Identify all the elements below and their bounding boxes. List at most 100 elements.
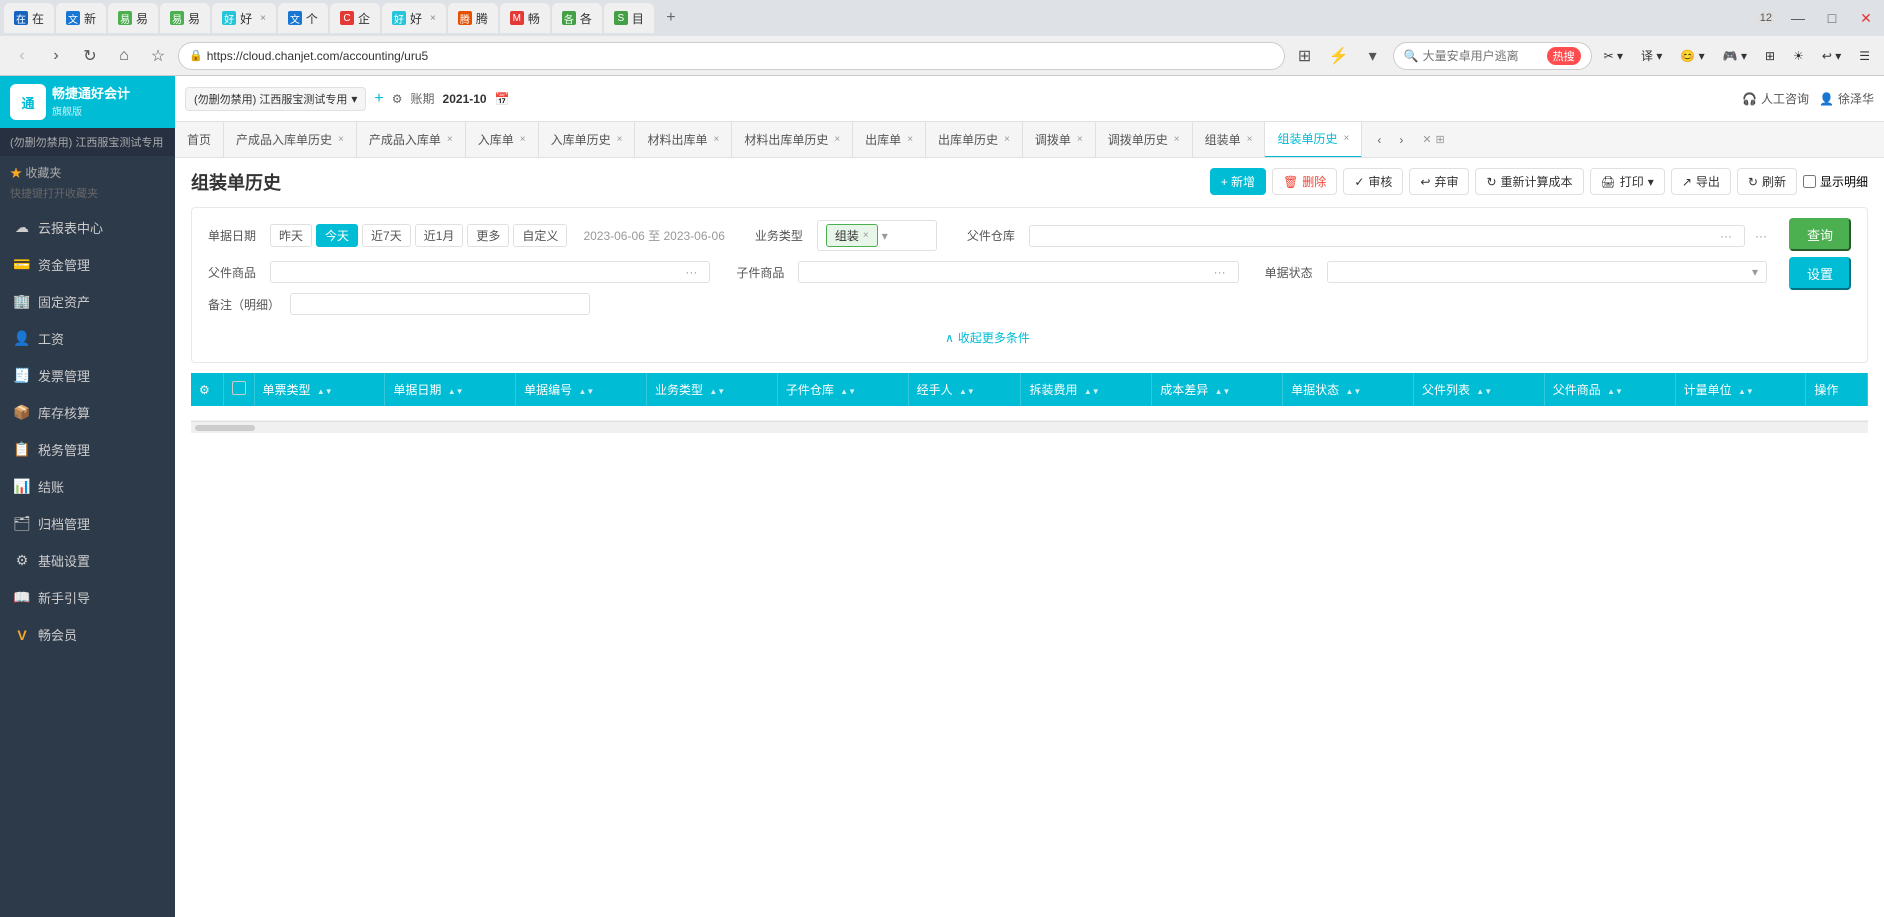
sort-parent-goods[interactable]: ▲▼: [1607, 388, 1623, 396]
delete-button[interactable]: 🗑 删除: [1272, 168, 1337, 195]
nav-item-archive[interactable]: 🗂 归档管理: [0, 505, 175, 542]
date-btn-custom[interactable]: 自定义: [513, 224, 567, 247]
tab-close-5[interactable]: ×: [260, 13, 266, 24]
tab-nav-prev[interactable]: ‹: [1368, 129, 1390, 151]
browser-tab-4[interactable]: 易 易: [160, 3, 210, 33]
nav-item-assets[interactable]: 🏢 固定资产: [0, 283, 175, 320]
nav-item-invoice[interactable]: 🧾 发票管理: [0, 357, 175, 394]
lightning-button[interactable]: ⚡: [1325, 42, 1353, 70]
tab-close-all[interactable]: ✕: [1422, 133, 1431, 146]
close-button[interactable]: ✕: [1852, 4, 1880, 32]
content-tab-transfer-history[interactable]: 调拨单历史 ×: [1096, 122, 1193, 158]
th-cost-diff[interactable]: 成本差异 ▲▼: [1152, 373, 1283, 406]
parent-warehouse-input[interactable]: ···: [1029, 225, 1745, 247]
note-input[interactable]: [290, 293, 590, 315]
nav-item-guide[interactable]: 📖 新手引导: [0, 579, 175, 616]
content-tab-stock-in[interactable]: 入库单 ×: [466, 122, 539, 158]
undo-action[interactable]: ↩ ▾: [1816, 43, 1847, 69]
content-tab-material-out-history[interactable]: 材料出库单历史 ×: [732, 122, 853, 158]
content-tab-assembly-history[interactable]: 组装单历史 ×: [1265, 122, 1362, 158]
refresh-browser-button[interactable]: ↻: [76, 42, 104, 70]
nav-item-tax[interactable]: 📋 税务管理: [0, 431, 175, 468]
search-button[interactable]: 查询: [1789, 218, 1851, 251]
sort-handler[interactable]: ▲▼: [959, 388, 975, 396]
business-type-dropdown-arrow[interactable]: ▾: [882, 229, 888, 243]
date-btn-7days[interactable]: 近7天: [362, 224, 411, 247]
browser-tab-2[interactable]: 文 新: [56, 3, 106, 33]
scissors-action[interactable]: ✂ ▾: [1598, 43, 1629, 69]
tab-close-stock-out[interactable]: ×: [907, 134, 913, 145]
child-goods-input-wrapper[interactable]: ···: [798, 261, 1238, 283]
nav-item-settings[interactable]: ⚙ 基础设置: [0, 542, 175, 579]
th-child-warehouse[interactable]: 子件仓库 ▲▼: [777, 373, 908, 406]
sort-unit[interactable]: ▲▼: [1738, 388, 1754, 396]
nav-item-funds[interactable]: 💳 资金管理: [0, 246, 175, 283]
sort-cost-diff[interactable]: ▲▼: [1215, 388, 1231, 396]
tab-close-assembly[interactable]: ×: [1247, 134, 1253, 145]
tab-close-stock-in-history[interactable]: ×: [617, 134, 623, 145]
game-action[interactable]: 🎮 ▾: [1717, 43, 1753, 69]
business-type-selector[interactable]: 组装 × ▾: [817, 220, 937, 251]
sort-bill-date[interactable]: ▲▼: [448, 388, 464, 396]
audit-button[interactable]: ✓ 审核: [1343, 168, 1403, 195]
th-parent-goods[interactable]: 父件商品 ▲▼: [1544, 373, 1675, 406]
tab-close-material-out[interactable]: ×: [713, 134, 719, 145]
th-bill-status[interactable]: 单据状态 ▲▼: [1283, 373, 1414, 406]
tab-close-stock-out-history[interactable]: ×: [1004, 134, 1010, 145]
nav-item-inventory[interactable]: 📦 库存核算: [0, 394, 175, 431]
home-button[interactable]: ⌂: [110, 42, 138, 70]
content-tab-assembly[interactable]: 组装单 ×: [1193, 122, 1266, 158]
back-button[interactable]: ‹: [8, 42, 36, 70]
filter-settings-button[interactable]: 设置: [1789, 257, 1851, 290]
recalculate-button[interactable]: ↻ 重新计算成本: [1475, 168, 1583, 195]
tab-close-8[interactable]: ×: [430, 13, 436, 24]
parent-warehouse-more[interactable]: ···: [1755, 229, 1767, 243]
th-bill-date[interactable]: 单据日期 ▲▼: [385, 373, 516, 406]
tab-close-transfer-history[interactable]: ×: [1174, 134, 1180, 145]
sort-biz-type[interactable]: ▲▼: [709, 388, 725, 396]
browser-tab-1[interactable]: 在 在: [4, 3, 54, 33]
scrollbar-thumb[interactable]: [195, 425, 255, 431]
sort-disassemble-fee[interactable]: ▲▼: [1084, 388, 1100, 396]
child-goods-dots[interactable]: ···: [1210, 265, 1230, 279]
company-selector[interactable]: (勿删勿禁用) 江西服宝测试专用 ▾: [185, 87, 366, 111]
th-unit[interactable]: 计量单位 ▲▼: [1675, 373, 1806, 406]
emoji-action[interactable]: 😊 ▾: [1674, 43, 1710, 69]
parent-goods-dots[interactable]: ···: [681, 265, 701, 279]
parent-goods-input-wrapper[interactable]: ···: [270, 261, 710, 283]
tab-close-material-out-history[interactable]: ×: [834, 134, 840, 145]
child-goods-field[interactable]: [807, 265, 1209, 279]
nav-item-checkout[interactable]: 📊 结账: [0, 468, 175, 505]
browser-tab-8[interactable]: 好 好 ×: [382, 3, 446, 33]
show-detail-checkbox[interactable]: [1803, 175, 1816, 188]
th-parent-list[interactable]: 父件列表 ▲▼: [1413, 373, 1544, 406]
slip-status-selector[interactable]: ▾: [1327, 261, 1767, 283]
forward-button[interactable]: ›: [42, 42, 70, 70]
th-disassemble-fee[interactable]: 拆装费用 ▲▼: [1021, 373, 1152, 406]
date-btn-yesterday[interactable]: 昨天: [270, 224, 312, 247]
browser-tab-6[interactable]: 文 个: [278, 3, 328, 33]
browser-tab-9[interactable]: 腾 腾: [448, 3, 498, 33]
th-bill-no[interactable]: 单据编号 ▲▼: [516, 373, 647, 406]
search-bar[interactable]: 🔍 热搜: [1393, 42, 1592, 70]
sort-bill-status[interactable]: ▲▼: [1345, 388, 1361, 396]
date-btn-more[interactable]: 更多: [467, 224, 509, 247]
nav-item-payroll[interactable]: 👤 工资: [0, 320, 175, 357]
content-tab-transfer[interactable]: 调拨单 ×: [1023, 122, 1096, 158]
date-btn-1month[interactable]: 近1月: [415, 224, 464, 247]
tab-close-finished-in-history[interactable]: ×: [338, 134, 344, 145]
scrollbar-area[interactable]: [191, 421, 1868, 433]
content-tab-stock-out-history[interactable]: 出库单历史 ×: [926, 122, 1023, 158]
show-detail-checkbox-label[interactable]: 显示明细: [1803, 173, 1868, 190]
column-settings-icon[interactable]: ⚙: [199, 383, 210, 397]
abandon-button[interactable]: ↩ 弃审: [1409, 168, 1469, 195]
qr-button[interactable]: ⊞: [1291, 42, 1319, 70]
parent-goods-field[interactable]: [279, 265, 681, 279]
content-tab-home[interactable]: 首页: [175, 122, 224, 158]
settings-gear-icon[interactable]: ⚙: [392, 92, 403, 106]
dropdown-button[interactable]: ▾: [1359, 42, 1387, 70]
browser-tab-11[interactable]: 各 各: [552, 3, 602, 33]
refresh-button[interactable]: ↻ 刷新: [1737, 168, 1797, 195]
tab-close-transfer[interactable]: ×: [1077, 134, 1083, 145]
tab-close-finished-in[interactable]: ×: [447, 134, 453, 145]
